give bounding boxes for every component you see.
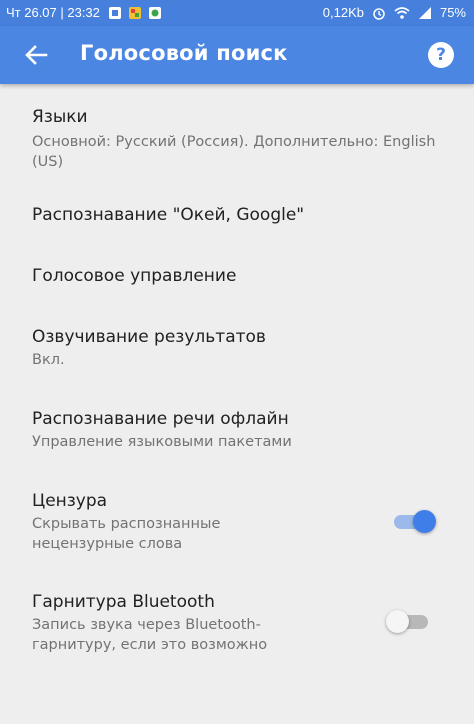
setting-bluetooth-headset[interactable]: Гарнитура Bluetooth Запись звука через B… [0,589,474,661]
status-right: 0,12Kb 75% [323,5,466,20]
censorship-toggle[interactable] [390,509,436,533]
alarm-icon [373,7,385,20]
page-title: Голосовой поиск [80,41,288,65]
app-bar: Голосовой поиск ? [0,26,474,84]
signal-icon [418,6,431,19]
help-icon: ? [436,45,446,65]
setting-subtitle: Скрывать распознанные нецензурные слова [32,516,221,552]
notification-icon [128,6,141,19]
wifi-icon [394,6,410,19]
notification-icon [108,6,121,19]
setting-ok-google[interactable]: Распознавание "Окей, Google" [0,199,474,239]
back-button[interactable] [22,41,50,69]
arrow-back-icon [25,45,48,65]
setting-subtitle: Вкл. [32,352,65,368]
notification-icon [148,6,161,19]
bluetooth-toggle[interactable] [386,609,432,633]
setting-speech-output[interactable]: Озвучивание результатов Вкл. [0,324,474,374]
help-button[interactable]: ? [428,42,454,68]
network-speed: 0,12Kb [322,5,364,20]
notification-icons [108,6,162,20]
setting-title: Голосовое управление [32,266,237,286]
setting-censorship[interactable]: Цензура Скрывать распознанные нецензурны… [0,488,474,560]
setting-title: Распознавание речи офлайн [32,409,289,429]
status-time: Чт 26.07 | 23:32 [6,5,100,20]
toggle-thumb [413,510,436,533]
toggle-thumb [386,610,409,633]
setting-title: Цензура [32,491,108,511]
setting-title: Распознавание "Окей, Google" [32,205,305,225]
setting-title: Гарнитура Bluetooth [32,592,215,612]
setting-languages[interactable]: Языки Основной: Русский (Россия). Дополн… [0,102,474,172]
battery-percent: 75% [439,5,466,20]
setting-subtitle: Запись звука через Bluetooth-гарнитуру, … [32,617,268,653]
status-bar: Чт 26.07 | 23:32 0,12Kb 75% [0,0,474,26]
setting-offline-recognition[interactable]: Распознавание речи офлайн Управление язы… [0,406,474,456]
setting-voice-control[interactable]: Голосовое управление [0,260,474,300]
setting-subtitle: Управление языковыми пакетами [32,434,292,450]
setting-title: Языки [32,107,88,127]
setting-title: Озвучивание результатов [32,327,266,347]
screen: Чт 26.07 | 23:32 0,12Kb 75% Голосовой по… [0,0,474,724]
setting-subtitle: Основной: Русский (Россия). Дополнительн… [32,134,436,170]
status-left: Чт 26.07 | 23:32 [6,5,162,20]
